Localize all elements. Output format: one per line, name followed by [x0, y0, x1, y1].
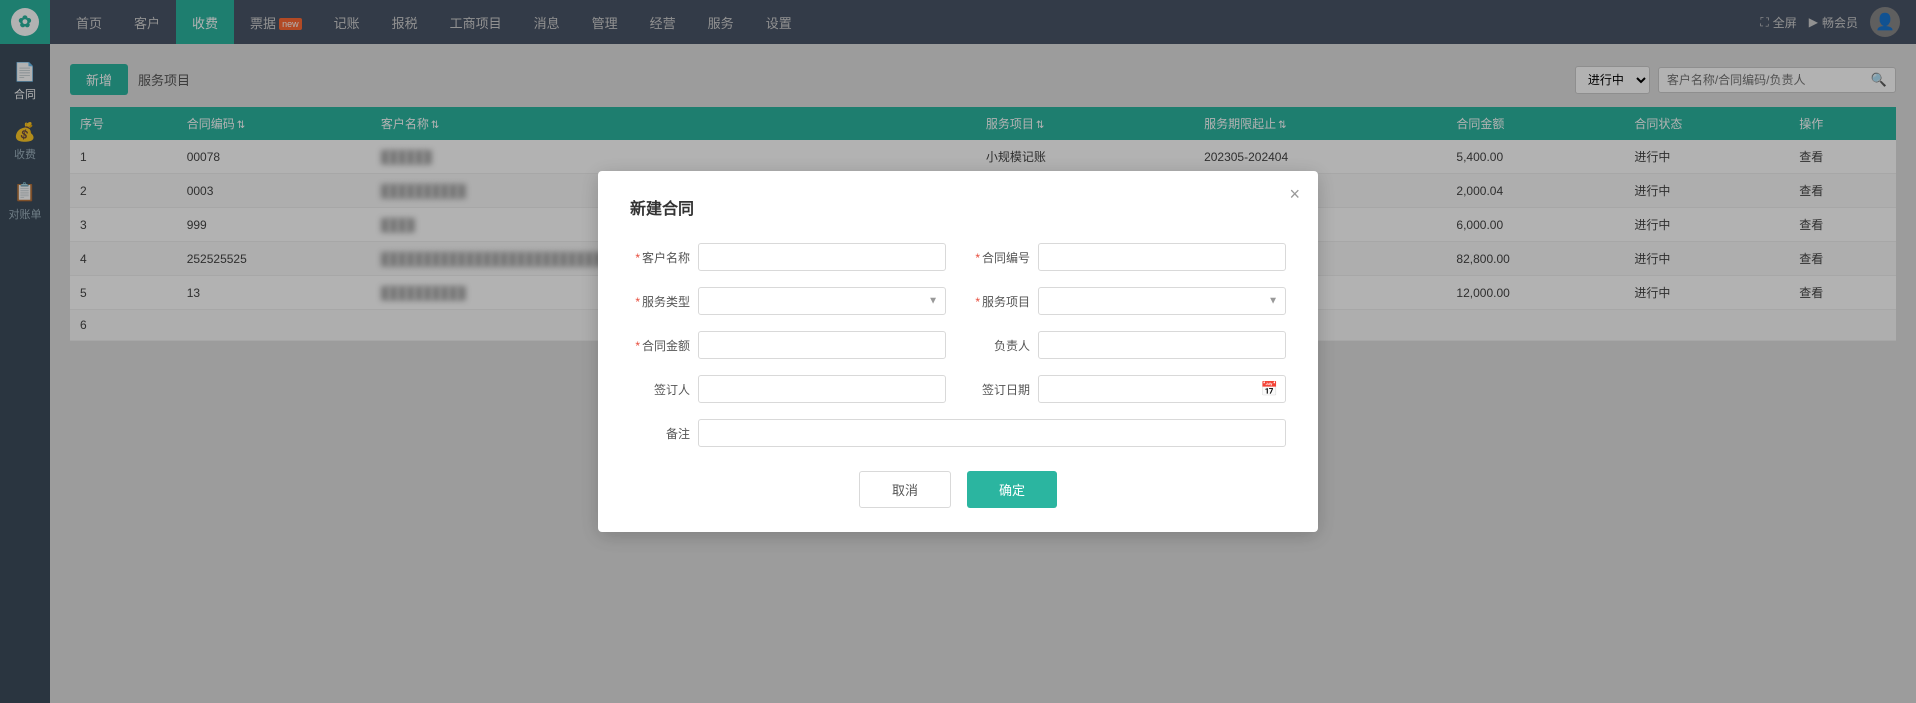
form-group-service-item: *服务项目 ▼: [970, 287, 1286, 315]
modal-footer: 取消 确定: [630, 471, 1286, 508]
form-row-3: *合同金额 0.00 负责人: [630, 331, 1286, 359]
service-item-select[interactable]: [1038, 287, 1286, 315]
contract-no-label: *合同编号: [970, 249, 1030, 266]
sign-date-input[interactable]: 2023-06-06: [1038, 375, 1286, 403]
required-star-4: *: [975, 295, 980, 309]
amount-input[interactable]: 0.00: [698, 331, 946, 359]
sign-date-label: 签订日期: [970, 381, 1030, 398]
service-type-label: *服务类型: [630, 293, 690, 310]
cancel-button[interactable]: 取消: [859, 471, 951, 508]
required-star-3: *: [635, 295, 640, 309]
form-group-amount: *合同金额 0.00: [630, 331, 946, 359]
required-star-5: *: [635, 339, 640, 353]
form-row-4: 签订人 签订日期 2023-06-06 📅: [630, 375, 1286, 403]
customer-name-input[interactable]: [698, 243, 946, 271]
signatory-label: 签订人: [630, 381, 690, 398]
sign-date-wrap: 2023-06-06 📅: [1038, 375, 1286, 403]
form-row-2: *服务类型 ▼ *服务项目 ▼: [630, 287, 1286, 315]
modal-title: 新建合同: [630, 195, 1286, 219]
required-star: *: [635, 251, 640, 265]
responsible-label: 负责人: [970, 337, 1030, 354]
modal-close-button[interactable]: ×: [1289, 185, 1300, 203]
contract-no-input[interactable]: [1038, 243, 1286, 271]
remark-label: 备注: [630, 425, 690, 442]
form-row-1: *客户名称 *合同编号: [630, 243, 1286, 271]
required-star-2: *: [975, 251, 980, 265]
service-type-select-wrap: ▼: [698, 287, 946, 315]
service-item-label: *服务项目: [970, 293, 1030, 310]
form-group-sign-date: 签订日期 2023-06-06 📅: [970, 375, 1286, 403]
amount-label: *合同金额: [630, 337, 690, 354]
form-group-signatory: 签订人: [630, 375, 946, 403]
form-group-customer: *客户名称: [630, 243, 946, 271]
responsible-input[interactable]: [1038, 331, 1286, 359]
form-group-remark: 备注: [630, 419, 1286, 447]
remark-input[interactable]: [698, 419, 1286, 447]
form-group-service-type: *服务类型 ▼: [630, 287, 946, 315]
new-contract-modal: × 新建合同 *客户名称 *合同编号 *服务类型: [598, 171, 1318, 532]
form-group-responsible: 负责人: [970, 331, 1286, 359]
signatory-input[interactable]: [698, 375, 946, 403]
service-type-select[interactable]: [698, 287, 946, 315]
service-item-select-wrap: ▼: [1038, 287, 1286, 315]
confirm-button[interactable]: 确定: [967, 471, 1057, 508]
form-row-5: 备注: [630, 419, 1286, 447]
modal-overlay[interactable]: × 新建合同 *客户名称 *合同编号 *服务类型: [0, 0, 1916, 703]
form-group-contract-no: *合同编号: [970, 243, 1286, 271]
customer-name-label: *客户名称: [630, 249, 690, 266]
